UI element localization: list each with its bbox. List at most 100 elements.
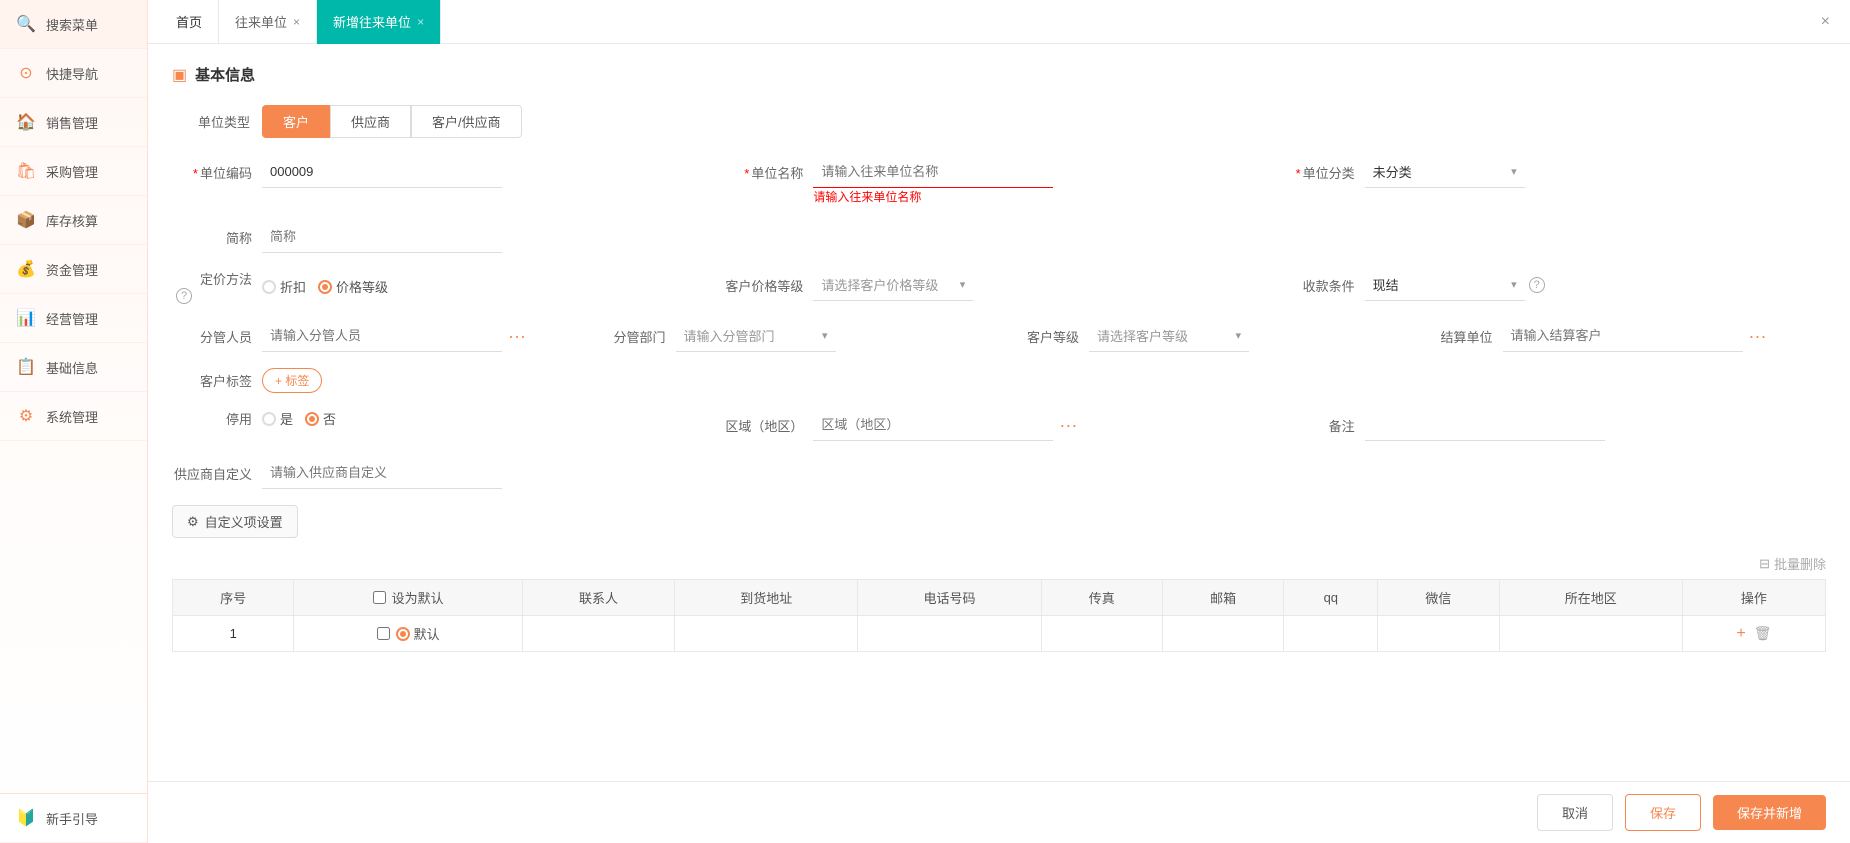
unit-name-error: 请输入往来单位名称 [813, 190, 921, 204]
sidebar-item-beginner[interactable]: 🔰 新手引导 [0, 793, 147, 843]
sidebar-item-sales[interactable]: 🏠 销售管理 [0, 98, 147, 147]
tab-home[interactable]: 首页 [160, 0, 219, 44]
customer-price-level-select[interactable]: 请选择客户价格等级 ▾ [813, 269, 973, 301]
save-new-button[interactable]: 保存并新增 [1713, 795, 1826, 830]
col-phone: 电话号码 [858, 580, 1041, 616]
close-all-button[interactable]: × [1813, 9, 1838, 35]
add-tag-button[interactable]: + 标签 [262, 368, 322, 393]
disabled-radio-group: 是 否 [262, 409, 336, 428]
sidebar-item-inventory[interactable]: 📦 库存核算 [0, 196, 147, 245]
sidebar: 🔍 搜索菜单 ⊙ 快捷导航 🏠 销售管理 🛍 采购管理 📦 库存核算 💰 资金管… [0, 0, 148, 843]
tab-partner[interactable]: 往来单位 × [219, 0, 317, 44]
add-row-btn[interactable]: + [1736, 625, 1745, 643]
short-name-input[interactable] [262, 221, 502, 253]
delete-row-btn[interactable]: 🗑 [1754, 625, 1772, 642]
cell-phone [858, 616, 1041, 652]
beginner-icon: 🔰 [16, 808, 36, 828]
manager-input[interactable] [262, 320, 502, 352]
payment-terms-chevron: ▾ [1511, 278, 1517, 291]
col-qq: qq [1284, 580, 1378, 616]
cell-wechat [1378, 616, 1499, 652]
department-chevron: ▾ [822, 329, 828, 342]
batch-delete-row: ⊟ 批量删除 [172, 554, 1826, 573]
sidebar-item-basic[interactable]: 📋 基础信息 [0, 343, 147, 392]
short-name-field: 简称 [172, 221, 1826, 253]
unit-type-customer-btn[interactable]: 客户 [262, 105, 330, 138]
cancel-button[interactable]: 取消 [1537, 794, 1613, 831]
cell-default: 默认 [294, 616, 522, 652]
cell-location [1499, 616, 1682, 652]
payment-terms-field: 收款条件 现结 ▾ ? [1275, 269, 1826, 301]
default-radio-dot [400, 631, 406, 637]
cell-email [1162, 616, 1283, 652]
sidebar-item-finance[interactable]: 💰 资金管理 [0, 245, 147, 294]
unit-name-input[interactable] [813, 156, 1053, 188]
pricing-radio-group: 折扣 价格等级 [262, 277, 388, 296]
customer-price-chevron: ▾ [960, 278, 966, 291]
payment-terms-select[interactable]: 现结 ▾ [1365, 269, 1525, 301]
unit-category-select[interactable]: 未分类 ▾ [1365, 156, 1525, 188]
region-input[interactable] [813, 409, 1053, 441]
form-row-1: *单位编码 *单位名称 请输入往来单位名称 *单位分类 [172, 156, 1826, 205]
disabled-no-option[interactable]: 否 [305, 409, 336, 428]
tab-new-partner-close[interactable]: × [417, 16, 424, 28]
col-wechat: 微信 [1378, 580, 1499, 616]
cell-seq: 1 [173, 616, 294, 652]
pricing-level-option[interactable]: 价格等级 [318, 277, 388, 296]
settlement-unit-more-btn[interactable]: ··· [1743, 327, 1773, 345]
cell-address [675, 616, 858, 652]
unit-type-both-btn[interactable]: 客户/供应商 [411, 105, 522, 138]
table-section: ⊟ 批量删除 序号 设为默认 联系人 到货地址 [172, 554, 1826, 652]
unit-code-label: *单位编码 [172, 163, 262, 182]
region-label: 区域（地区） [723, 416, 813, 435]
customer-tag-field: 客户标签 + 标签 [172, 368, 1826, 393]
pricing-help-icon[interactable]: ? [176, 288, 192, 304]
department-select[interactable]: 请输入分管部门 ▾ [676, 320, 836, 352]
customer-level-select[interactable]: 请选择客户等级 ▾ [1089, 320, 1249, 352]
customer-level-chevron: ▾ [1235, 329, 1241, 342]
cell-contact [522, 616, 674, 652]
form-row-disabled: 停用 是 否 区域（地区） [172, 409, 1826, 441]
select-all-checkbox[interactable] [373, 591, 386, 604]
tab-bar: 首页 往来单位 × 新增往来单位 × × [148, 0, 1850, 44]
custom-settings-button[interactable]: ⚙ 自定义项设置 [172, 505, 298, 538]
sidebar-label-finance: 资金管理 [46, 260, 98, 279]
supplier-custom-input[interactable] [262, 457, 502, 489]
region-more-btn[interactable]: ··· [1053, 416, 1083, 434]
sidebar-label-system: 系统管理 [46, 407, 98, 426]
manager-more-btn[interactable]: ··· [502, 327, 532, 345]
disabled-field: 停用 是 否 [172, 409, 723, 428]
gear-icon: ⚙ [187, 514, 199, 530]
basic-icon: 📋 [16, 357, 36, 377]
sidebar-label-sales: 销售管理 [46, 113, 98, 132]
sidebar-item-operations[interactable]: 📊 经营管理 [0, 294, 147, 343]
batch-delete-icon: ⊟ [1759, 556, 1770, 572]
batch-delete-label[interactable]: 批量删除 [1774, 554, 1826, 573]
default-radio[interactable]: 默认 [396, 624, 440, 643]
sidebar-item-quick-nav[interactable]: ⊙ 快捷导航 [0, 49, 147, 98]
sidebar-item-system[interactable]: ⚙ 系统管理 [0, 392, 147, 441]
col-address: 到货地址 [675, 580, 858, 616]
save-button[interactable]: 保存 [1625, 794, 1701, 831]
disabled-label: 停用 [172, 409, 262, 428]
section-icon: ▣ [172, 65, 187, 85]
notes-field: 备注 [1275, 409, 1826, 441]
table-body: 1 默认 [173, 616, 1826, 652]
sidebar-item-search[interactable]: 🔍 搜索菜单 [0, 0, 147, 49]
unit-code-input[interactable] [262, 156, 502, 188]
unit-type-supplier-btn[interactable]: 供应商 [330, 105, 411, 138]
col-email: 邮箱 [1162, 580, 1283, 616]
payment-terms-help-icon[interactable]: ? [1529, 277, 1545, 293]
disabled-yes-option[interactable]: 是 [262, 409, 293, 428]
settlement-unit-label: 结算单位 [1413, 327, 1503, 346]
tab-partner-close[interactable]: × [293, 16, 300, 28]
settlement-unit-input[interactable] [1503, 320, 1743, 352]
sidebar-item-purchase[interactable]: 🛍 采购管理 [0, 147, 147, 196]
notes-input[interactable] [1365, 409, 1605, 441]
tab-new-partner[interactable]: 新增往来单位 × [317, 0, 441, 44]
form-row-supplier-custom: 供应商自定义 [172, 457, 1826, 489]
pricing-discount-option[interactable]: 折扣 [262, 277, 306, 296]
row-checkbox[interactable] [377, 627, 390, 640]
customer-price-level-label: 客户价格等级 [723, 276, 813, 295]
form-content: ▣ 基本信息 单位类型 客户 供应商 客户/供应商 *单位编码 *单 [148, 44, 1850, 781]
